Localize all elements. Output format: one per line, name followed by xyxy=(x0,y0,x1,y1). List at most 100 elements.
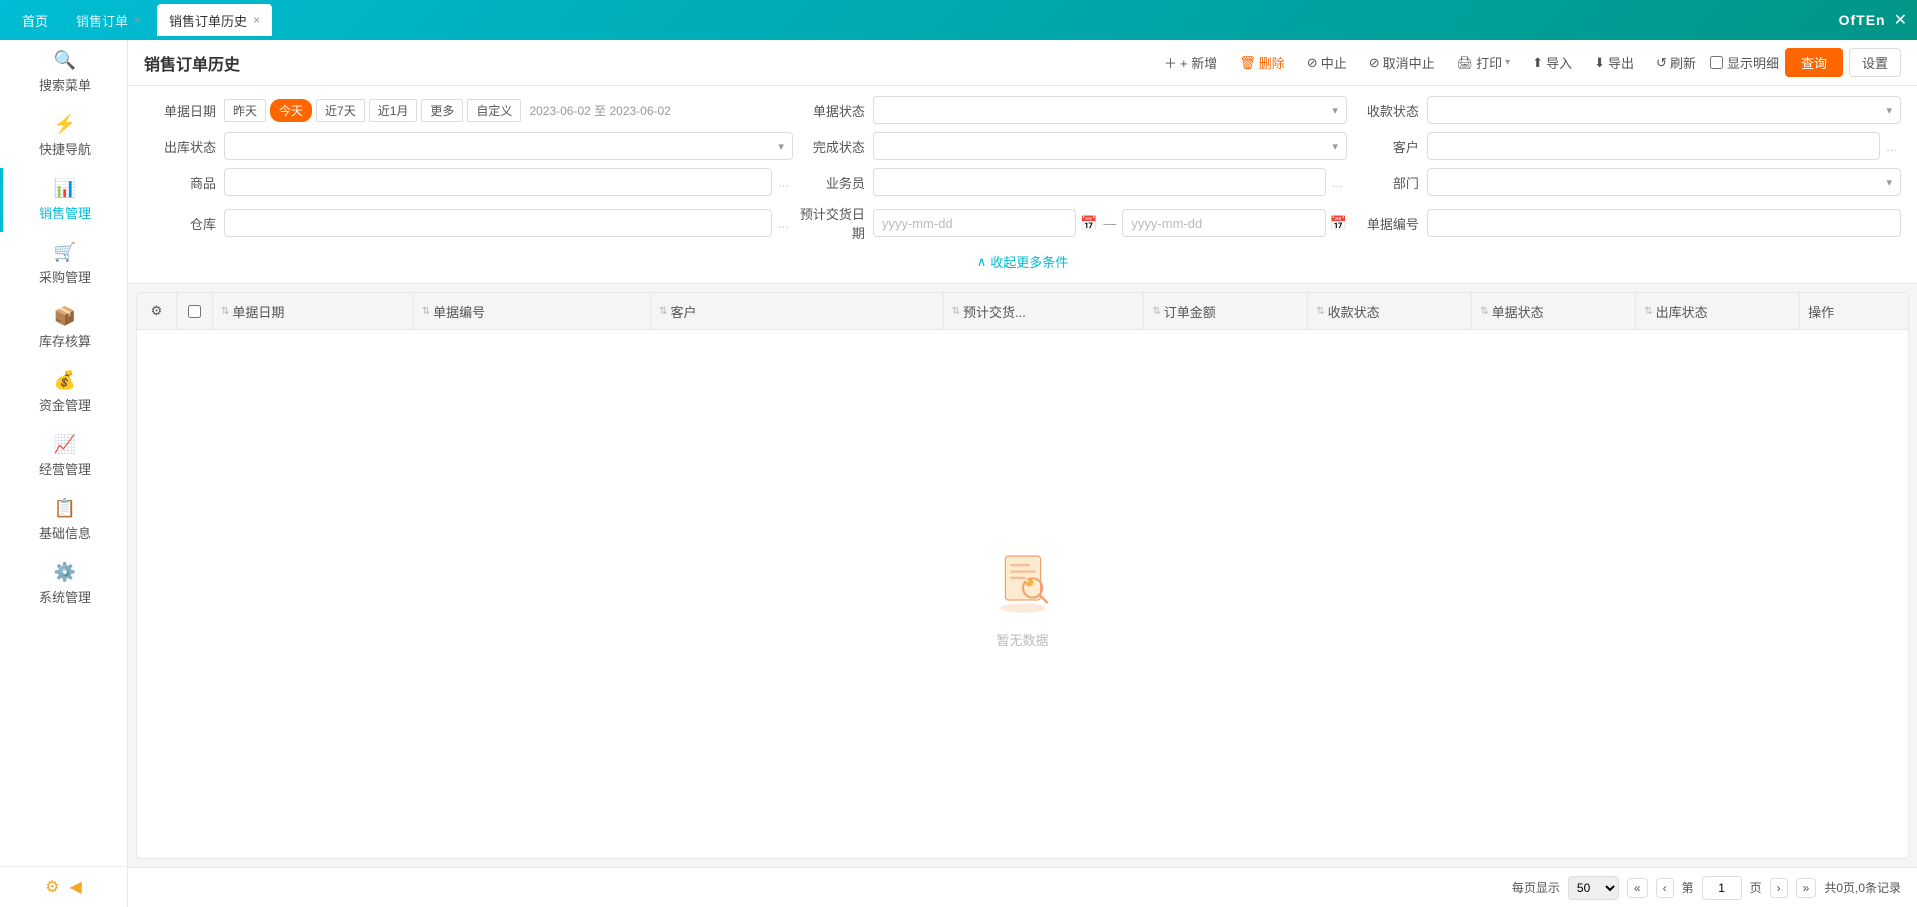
th-no-label: 单据编号 xyxy=(433,302,485,321)
setting-button[interactable]: 设置 xyxy=(1849,48,1901,77)
dept-label: 部门 xyxy=(1347,173,1427,192)
sidebar-item-quick-nav[interactable]: ⚡ 快捷导航 xyxy=(0,104,127,168)
select-all-checkbox[interactable] xyxy=(188,305,201,318)
filter-row-3: 商品 ... 业务员 ... 部门 ▾ xyxy=(144,168,1901,196)
page-input[interactable]: 1 xyxy=(1702,876,1742,900)
page-header: 销售订单历史 ＋ + 新增 🗑 删除 ⊘ 中止 ⊘ 取消中止 xyxy=(128,40,1917,86)
basic-info-icon: 📋 xyxy=(54,498,76,519)
collapse-label: 收起更多条件 xyxy=(990,252,1068,271)
customer-dots[interactable]: ... xyxy=(1882,139,1901,154)
th-date[interactable]: ⇅ 单据日期 xyxy=(213,293,414,329)
product-input[interactable] xyxy=(224,168,772,196)
sidebar-item-basic[interactable]: 📋 基础信息 xyxy=(0,488,127,552)
sidebar-item-search-label: 搜索菜单 xyxy=(39,75,91,94)
order-status-select[interactable]: ▾ xyxy=(873,96,1347,124)
recv-status-select[interactable]: ▾ xyxy=(1427,96,1901,124)
last-page-button[interactable]: » xyxy=(1796,878,1817,898)
th-check[interactable] xyxy=(177,293,213,329)
th-order-status[interactable]: ⇅ 单据状态 xyxy=(1472,293,1636,329)
delete-button[interactable]: 🗑 删除 xyxy=(1231,49,1293,76)
tab-sales-order-history-label: 销售订单历史 xyxy=(169,11,247,30)
customer-label: 客户 xyxy=(1347,137,1427,156)
warehouse-input[interactable] xyxy=(224,209,772,237)
salesperson-input[interactable] xyxy=(873,168,1326,196)
sidebar-item-ops[interactable]: 📈 经营管理 xyxy=(0,424,127,488)
sort-order-status-icon: ⇅ xyxy=(1480,306,1488,317)
date-btn-more[interactable]: 更多 xyxy=(421,99,463,122)
customer-input[interactable] xyxy=(1427,132,1880,160)
date-btn-yesterday[interactable]: 昨天 xyxy=(224,99,266,122)
th-customer[interactable]: ⇅ 客户 xyxy=(651,293,944,329)
stop-button[interactable]: ⊘ 中止 xyxy=(1299,49,1355,76)
next-page-button[interactable]: › xyxy=(1770,878,1788,898)
th-action: 操作 xyxy=(1800,293,1908,329)
page-word: 第 xyxy=(1682,879,1694,896)
tab-sales-order-history-close[interactable]: × xyxy=(253,13,260,27)
page-size-select[interactable]: 50 10 20 100 xyxy=(1568,876,1619,900)
sidebar-settings-icon[interactable]: ⚙ xyxy=(45,877,59,897)
display-detail-checkbox[interactable] xyxy=(1710,56,1723,69)
refresh-icon: ↺ xyxy=(1656,55,1667,71)
prev-page-button[interactable]: ‹ xyxy=(1656,878,1674,898)
calendar-start-icon[interactable]: 📅 xyxy=(1080,215,1097,232)
sidebar-item-purchase[interactable]: 🛒 采购管理 xyxy=(0,232,127,296)
sort-delivery-icon: ⇅ xyxy=(952,306,960,317)
sidebar-item-search[interactable]: 🔍 搜索菜单 xyxy=(0,40,127,104)
dept-select[interactable]: ▾ xyxy=(1427,168,1901,196)
sidebar: 🔍 搜索菜单 ⚡ 快捷导航 📊 销售管理 🛒 采购管理 📦 库存核算 💰 资金管… xyxy=(0,40,128,907)
th-recv-status[interactable]: ⇅ 收款状态 xyxy=(1308,293,1472,329)
cancel-stop-button[interactable]: ⊘ 取消中止 xyxy=(1361,49,1443,76)
close-window-button[interactable]: ✕ xyxy=(1894,10,1907,30)
tab-sales-order-close[interactable]: × xyxy=(134,13,141,27)
product-label: 商品 xyxy=(144,173,224,192)
warehouse-dots[interactable]: ... xyxy=(774,216,793,231)
sidebar-bottom: ⚙ ◀ xyxy=(0,866,127,907)
expected-delivery-label: 预计交货日期 xyxy=(793,204,873,242)
tab-home[interactable]: 首页 xyxy=(10,7,60,34)
th-out-status[interactable]: ⇅ 出库状态 xyxy=(1636,293,1800,329)
out-status-select[interactable]: ▾ xyxy=(224,132,793,160)
product-dots[interactable]: ... xyxy=(774,175,793,190)
th-no[interactable]: ⇅ 单据编号 xyxy=(414,293,651,329)
filter-row-1: 单据日期 昨天 今天 近7天 近1月 更多 自定义 2023-06-02 至 2… xyxy=(144,96,1901,124)
refresh-label: 刷新 xyxy=(1670,53,1696,72)
sidebar-item-sys[interactable]: ⚙️ 系统管理 xyxy=(0,552,127,616)
tab-sales-order-history[interactable]: 销售订单历史 × xyxy=(157,4,272,36)
empty-illustration xyxy=(983,540,1063,620)
date-btn-last7[interactable]: 近7天 xyxy=(316,99,365,122)
sidebar-item-capital[interactable]: 💰 资金管理 xyxy=(0,360,127,424)
sidebar-item-inventory[interactable]: 📦 库存核算 xyxy=(0,296,127,360)
order-no-input[interactable] xyxy=(1427,209,1901,237)
expected-delivery-start[interactable] xyxy=(873,209,1076,237)
new-button[interactable]: ＋ + 新增 xyxy=(1156,49,1225,76)
content-area: 销售订单历史 ＋ + 新增 🗑 删除 ⊘ 中止 ⊘ 取消中止 xyxy=(128,40,1917,907)
date-btn-custom[interactable]: 自定义 xyxy=(467,99,521,122)
collapse-bar[interactable]: ∧ 收起更多条件 xyxy=(144,250,1901,273)
expected-delivery-end[interactable] xyxy=(1122,209,1325,237)
th-amount[interactable]: ⇅ 订单金额 xyxy=(1144,293,1308,329)
export-button[interactable]: ⬇ 导出 xyxy=(1586,49,1642,76)
sidebar-item-sales[interactable]: 📊 销售管理 xyxy=(0,168,127,232)
refresh-button[interactable]: ↺ 刷新 xyxy=(1648,49,1704,76)
print-button[interactable]: 🖨 打印 ▾ xyxy=(1449,49,1519,76)
query-button[interactable]: 查询 xyxy=(1785,48,1843,77)
sidebar-item-capital-label: 资金管理 xyxy=(39,395,91,414)
tab-sales-order[interactable]: 销售订单 × xyxy=(64,4,153,36)
main-layout: 🔍 搜索菜单 ⚡ 快捷导航 📊 销售管理 🛒 采购管理 📦 库存核算 💰 资金管… xyxy=(0,40,1917,907)
date-filter-control: 昨天 今天 近7天 近1月 更多 自定义 2023-06-02 至 2023-0… xyxy=(224,99,793,122)
sidebar-collapse-icon[interactable]: ◀ xyxy=(70,877,82,897)
date-btn-last1m[interactable]: 近1月 xyxy=(369,99,418,122)
calendar-end-icon[interactable]: 📅 xyxy=(1330,215,1347,232)
complete-status-select[interactable]: ▾ xyxy=(873,132,1347,160)
sort-recv-icon: ⇅ xyxy=(1316,306,1324,317)
delete-icon: 🗑 xyxy=(1239,55,1256,71)
salesperson-dots[interactable]: ... xyxy=(1328,175,1347,190)
th-delivery[interactable]: ⇅ 预计交货... xyxy=(944,293,1145,329)
print-arrow-icon: ▾ xyxy=(1505,57,1510,68)
date-btn-today[interactable]: 今天 xyxy=(270,99,312,122)
th-out-status-label: 出库状态 xyxy=(1656,302,1708,321)
first-page-button[interactable]: « xyxy=(1627,878,1648,898)
th-config[interactable]: ⚙ xyxy=(137,293,177,329)
config-icon: ⚙ xyxy=(151,303,163,319)
import-button[interactable]: ⬆ 导入 xyxy=(1524,49,1580,76)
